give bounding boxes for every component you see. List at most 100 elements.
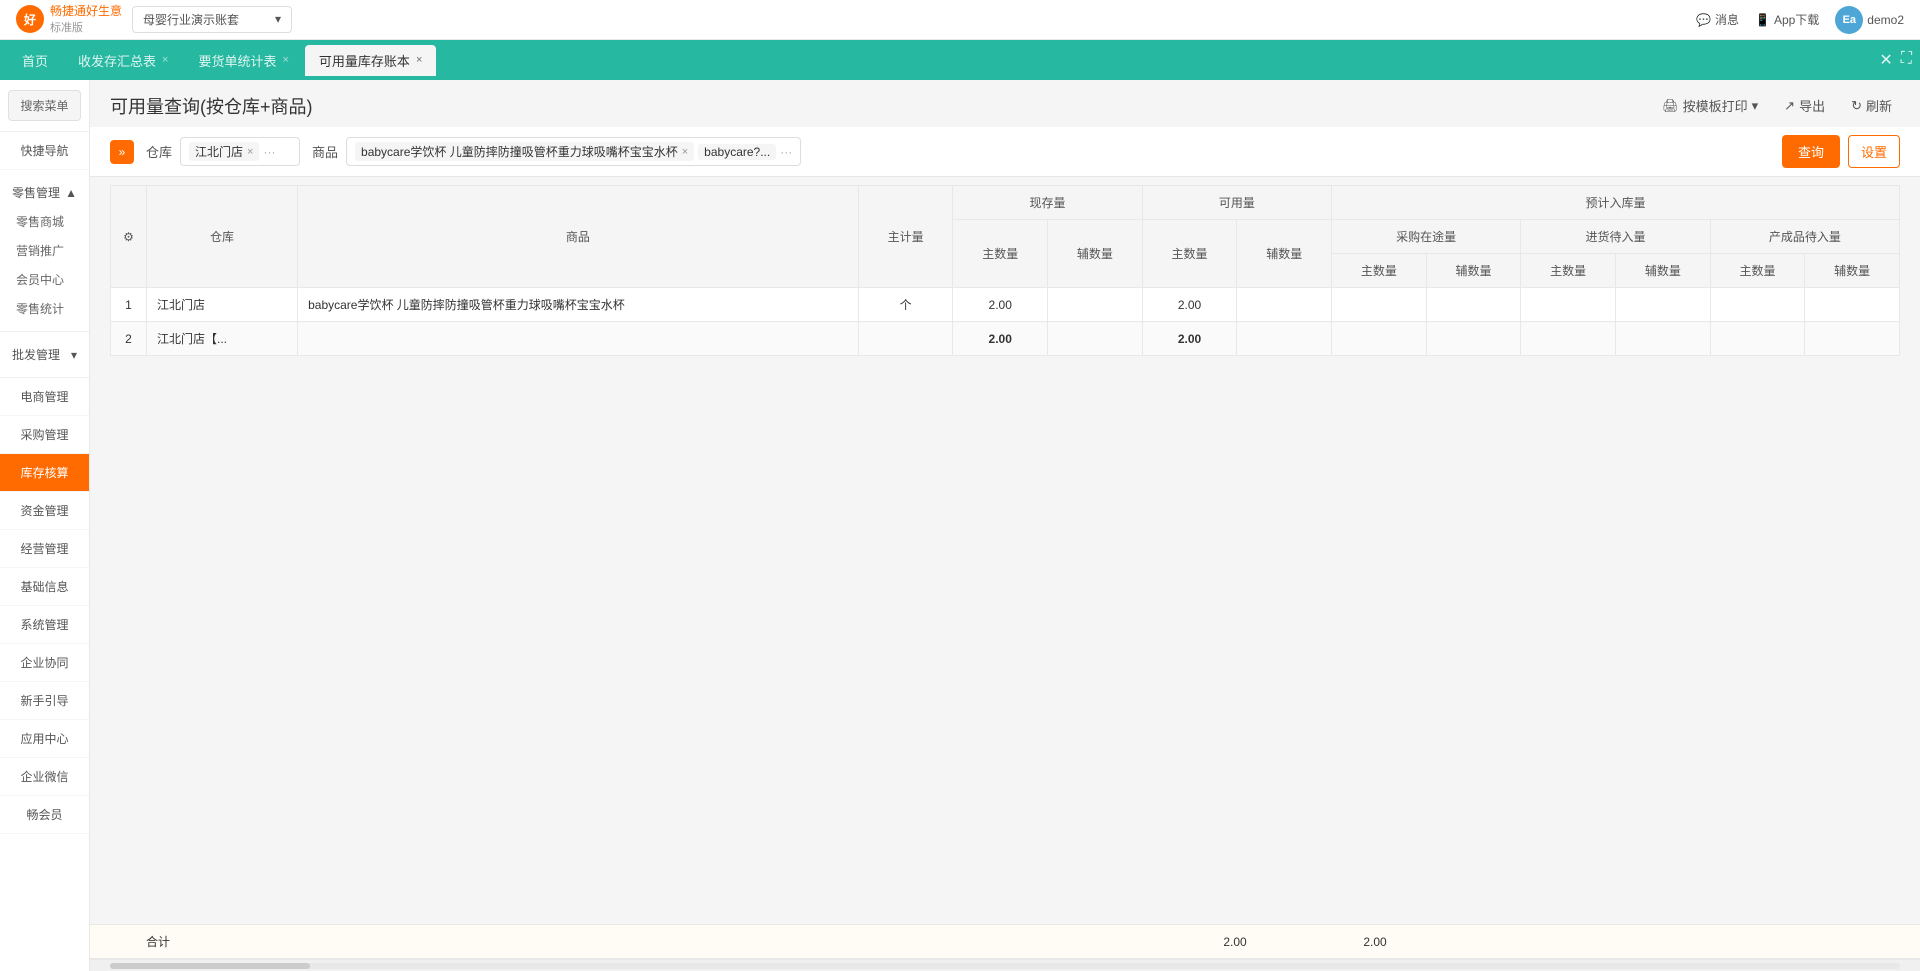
th-pur-transit-main: 主数量	[1332, 254, 1427, 288]
refresh-btn[interactable]: ↻ 刷新	[1843, 92, 1900, 119]
th-goods-incoming: 进货待入量	[1521, 220, 1710, 254]
row-pur-transit-main-1	[1332, 288, 1427, 322]
th-stock-group: 现存量	[953, 186, 1142, 220]
th-prod-in-main: 主数量	[1710, 254, 1805, 288]
row-goods-in-main-2	[1521, 322, 1616, 356]
sidebar-item-finance[interactable]: 资金管理	[0, 492, 89, 530]
row-prod-in-main-2	[1710, 322, 1805, 356]
row-warehouse-2: 江北门店【...	[147, 322, 298, 356]
th-product-incoming: 产成品待入量	[1710, 220, 1899, 254]
th-pur-transit-aux: 辅数量	[1426, 254, 1521, 288]
fullscreen-btn[interactable]: ⛶	[1901, 50, 1912, 70]
row-goods-in-main-1	[1521, 288, 1616, 322]
th-main-unit: 主计量	[858, 186, 953, 288]
logo-text: 畅捷通好生意	[50, 4, 122, 18]
warehouse-tag-remove[interactable]: ×	[247, 146, 253, 158]
sidebar-item-enterprise-collab[interactable]: 企业协同	[0, 644, 89, 682]
th-settings[interactable]: ⚙	[111, 186, 147, 288]
th-purchase-transit: 采购在途量	[1332, 220, 1521, 254]
main-layout: 搜索菜单 快捷导航 零售管理 ▲ 零售商城 营销推广 会员中心 零售统计 批发管…	[0, 80, 1920, 971]
filter-warehouse: 仓库 江北门店 × ···	[146, 137, 300, 166]
tab-available-inventory-close[interactable]: ×	[416, 54, 422, 66]
filter-expand-btn[interactable]: »	[110, 140, 134, 164]
product-more[interactable]: ···	[780, 145, 792, 159]
tab-order-stats-close[interactable]: ×	[282, 54, 288, 66]
tab-receive-summary-close[interactable]: ×	[162, 54, 168, 66]
sidebar-item-wholesale-mgmt[interactable]: 批发管理 ▾	[8, 340, 81, 369]
query-btn[interactable]: 查询	[1782, 135, 1840, 168]
user-name: demo2	[1867, 13, 1904, 27]
sidebar-section-wholesale: 批发管理 ▾	[0, 332, 89, 378]
sidebar-item-new-guide[interactable]: 新手引导	[0, 682, 89, 720]
th-warehouse: 仓库	[147, 186, 298, 288]
chevron-down-icon: ▾	[275, 12, 281, 26]
footer-pur-transit-aux	[1550, 933, 1620, 950]
warehouse-more[interactable]: ···	[263, 145, 275, 159]
scrollbar-thumb[interactable]	[110, 963, 310, 969]
th-goods-in-main: 主数量	[1521, 254, 1616, 288]
export-btn[interactable]: ↗ 导出	[1776, 92, 1833, 119]
tenant-selector[interactable]: 母婴行业演示账套 ▾	[132, 6, 292, 33]
product-tag1-remove[interactable]: ×	[682, 146, 688, 158]
tab-home-label: 首页	[22, 51, 48, 70]
sidebar-item-purchase-mgmt[interactable]: 采购管理	[0, 416, 89, 454]
print-icon: 🖨	[1662, 98, 1679, 114]
warehouse-tag: 江北门店 ×	[189, 142, 259, 161]
tab-order-stats[interactable]: 要货单统计表 ×	[184, 45, 302, 76]
page-header: 可用量查询(按仓库+商品) 🖨 按模板打印 ▾ ↗ 导出 ↻ 刷新	[90, 80, 1920, 127]
product-input[interactable]: babycare学饮杯 儿童防摔防撞吸管杯重力球吸嘴杯宝宝水杯 × babyca…	[346, 137, 801, 166]
sidebar-item-inventory[interactable]: 库存核算	[0, 454, 89, 492]
app-download-btn[interactable]: 📱 App下载	[1755, 11, 1819, 28]
row-avail-aux-1	[1237, 288, 1332, 322]
export-label: 导出	[1799, 96, 1825, 115]
table-row: 2 江北门店【... 2.00 2.00	[111, 322, 1900, 356]
top-bar-left: 好 畅捷通好生意 标准版 母婴行业演示账套 ▾	[16, 4, 292, 34]
sidebar-search-btn[interactable]: 搜索菜单	[8, 90, 81, 121]
footer-prod-in-main	[1760, 933, 1830, 950]
refresh-icon: ↻	[1851, 98, 1862, 114]
tab-receive-summary-label: 收发存汇总表	[78, 51, 156, 70]
sidebar-item-member[interactable]: 畅会员	[0, 796, 89, 834]
tab-receive-summary[interactable]: 收发存汇总表 ×	[64, 45, 182, 76]
tab-available-inventory[interactable]: 可用量库存账本 ×	[305, 45, 436, 76]
warehouse-input[interactable]: 江北门店 × ···	[180, 137, 300, 166]
sidebar-item-marketing[interactable]: 营销推广	[8, 236, 81, 265]
row-pur-transit-aux-1	[1426, 288, 1521, 322]
row-num-2: 2	[111, 322, 147, 356]
sidebar: 搜索菜单 快捷导航 零售管理 ▲ 零售商城 营销推广 会员中心 零售统计 批发管…	[0, 80, 90, 971]
row-prod-in-aux-2	[1805, 322, 1900, 356]
row-product-2	[298, 322, 859, 356]
sidebar-item-quick-nav[interactable]: 快捷导航	[0, 132, 89, 170]
user-area[interactable]: Ea demo2	[1835, 6, 1904, 34]
table-row: 1 江北门店 babycare学饮杯 儿童防摔防撞吸管杯重力球吸嘴杯宝宝水杯 个…	[111, 288, 1900, 322]
row-product-1: babycare学饮杯 儿童防摔防撞吸管杯重力球吸嘴杯宝宝水杯	[298, 288, 859, 322]
sidebar-item-operations[interactable]: 经营管理	[0, 530, 89, 568]
sidebar-item-retail-stats[interactable]: 零售统计	[8, 294, 81, 323]
footer-goods-in-aux	[1690, 933, 1760, 950]
sidebar-item-wechat-biz[interactable]: 企业微信	[0, 758, 89, 796]
tab-order-stats-label: 要货单统计表	[198, 51, 276, 70]
print-label: 按模板打印	[1683, 96, 1748, 115]
message-btn[interactable]: 💬 消息	[1696, 11, 1739, 28]
sidebar-item-member-center[interactable]: 会员中心	[8, 265, 81, 294]
footer-avail-main: 2.00	[1340, 933, 1410, 950]
th-stock-main: 主数量	[953, 220, 1048, 288]
table-footer: 合计 2.00 2.00	[90, 924, 1920, 959]
filter-bar: » 仓库 江北门店 × ··· 商品 babycare学饮杯 儿童防摔防撞吸管杯…	[90, 127, 1920, 177]
sidebar-item-system-mgmt[interactable]: 系统管理	[0, 606, 89, 644]
horizontal-scrollbar[interactable]	[90, 959, 1920, 971]
sidebar-item-basic-info[interactable]: 基础信息	[0, 568, 89, 606]
tab-home[interactable]: 首页	[8, 45, 62, 76]
th-avail-main: 主数量	[1142, 220, 1237, 288]
sidebar-item-ecommerce[interactable]: 电商管理	[0, 378, 89, 416]
row-num-1: 1	[111, 288, 147, 322]
sidebar-item-app-center[interactable]: 应用中心	[0, 720, 89, 758]
print-template-btn[interactable]: 🖨 按模板打印 ▾	[1654, 92, 1766, 119]
settings-btn[interactable]: 设置	[1848, 135, 1900, 168]
close-all-tabs-btn[interactable]: ✕	[1879, 50, 1892, 70]
row-prod-in-aux-1	[1805, 288, 1900, 322]
message-icon: 💬	[1696, 13, 1711, 27]
sidebar-item-retail-mall[interactable]: 零售商城	[8, 207, 81, 236]
th-avail-aux: 辅数量	[1237, 220, 1332, 288]
sidebar-item-retail-mgmt[interactable]: 零售管理 ▲	[8, 178, 81, 207]
